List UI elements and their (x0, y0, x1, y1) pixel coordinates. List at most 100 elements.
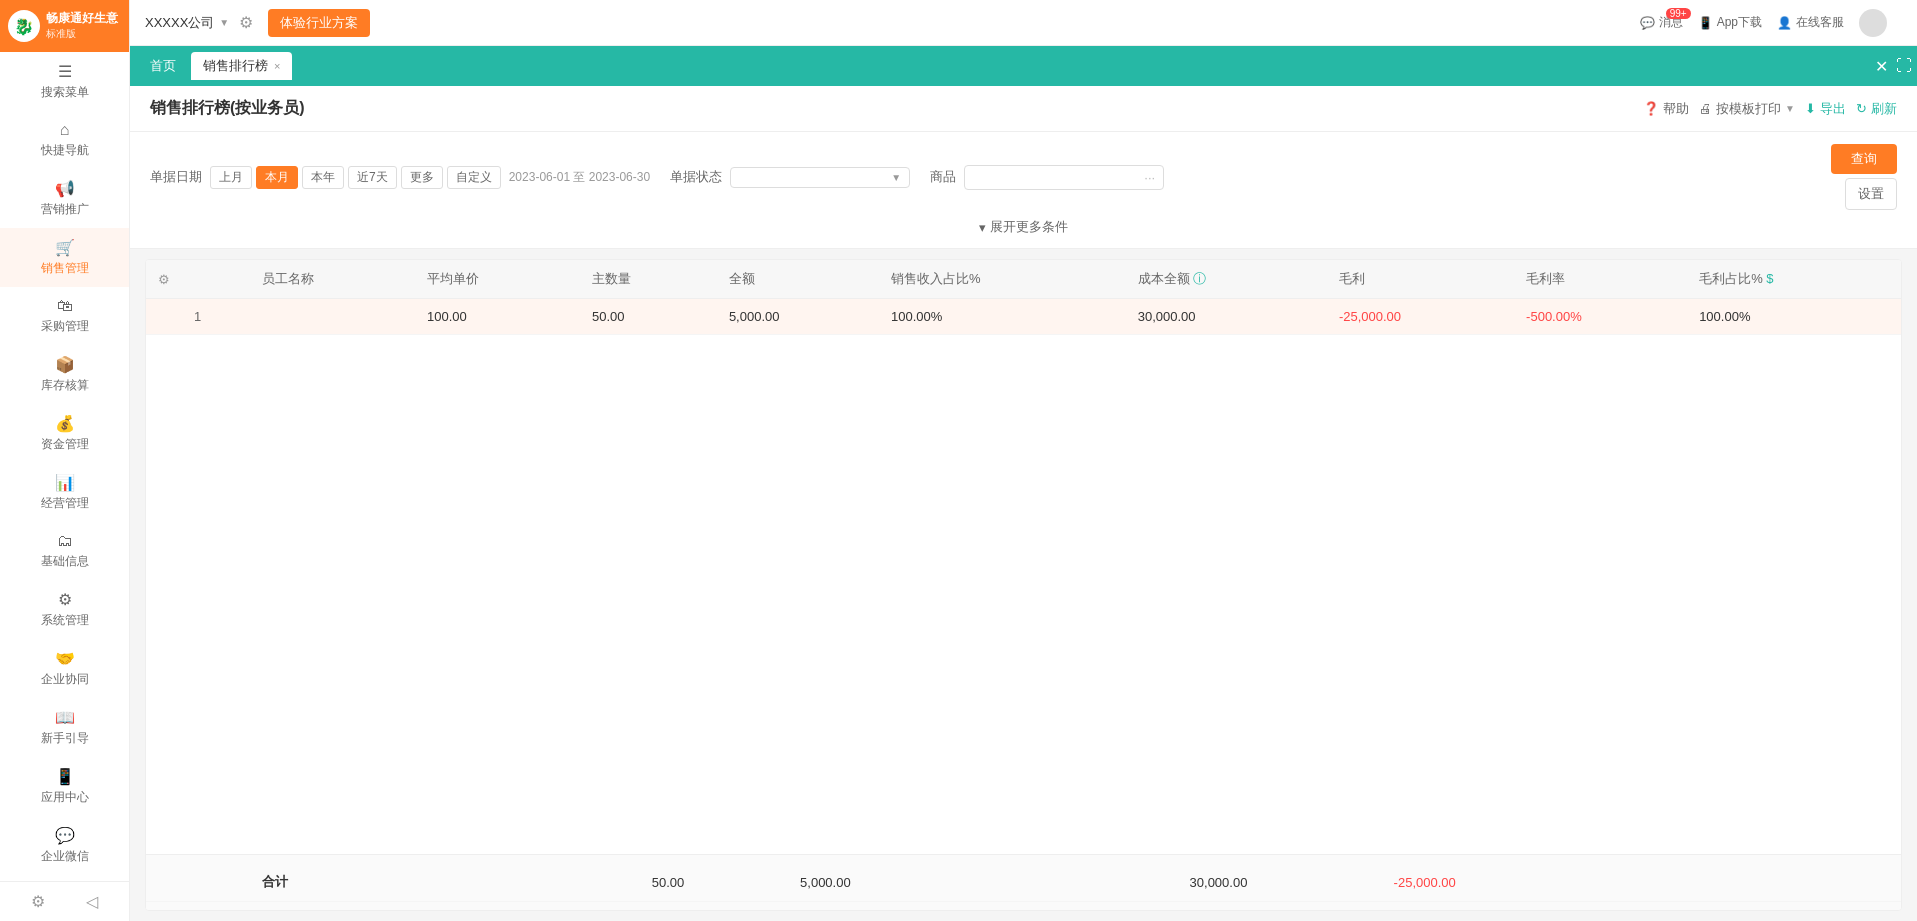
footer-collapse-btn[interactable]: ◁ (86, 892, 98, 911)
refresh-icon: ↻ (1856, 101, 1867, 116)
th-settings[interactable]: ⚙ (146, 260, 182, 299)
sidebar-item-guide[interactable]: 📖 新手引导 (0, 698, 129, 757)
sidebar-item-system[interactable]: ⚙ 系统管理 (0, 580, 129, 639)
date-7days-btn[interactable]: 近7天 (348, 166, 397, 189)
date-filter: 单据日期 上月 本月 本年 近7天 更多 自定义 2023-06-01 至 20… (150, 166, 650, 189)
collab-icon: 🤝 (55, 649, 75, 668)
inventory-icon: 📦 (55, 355, 75, 374)
company-selector[interactable]: XXXXX公司 ▼ (145, 14, 229, 32)
message-badge: 99+ (1666, 8, 1691, 19)
avatar[interactable] (1859, 9, 1887, 37)
app-logo: 🐉 畅康通好生意 标准版 (0, 0, 129, 52)
sidebar-item-sales[interactable]: 🛒 销售管理 (0, 228, 129, 287)
footer-td-avg (473, 863, 640, 902)
page-header: 销售排行榜(按业务员) ❓ 帮助 🖨 按模板打印 ▼ ⬇ 导出 ↻ 刷新 (130, 86, 1917, 132)
sidebar-label-purchase: 采购管理 (41, 318, 89, 335)
footer-td-cost: 30,000.00 (1178, 863, 1382, 902)
status-filter: 单据状态 ▼ (670, 167, 910, 188)
logo-text: 畅康通好生意 (46, 11, 118, 27)
th-cost: 成本全额 ⓘ (1126, 260, 1327, 299)
topbar-right: 💬 消息 99+ 📱 App下载 👤 在线客服 (1640, 9, 1902, 37)
sidebar-item-operations[interactable]: 📊 经营管理 (0, 463, 129, 522)
filter-area: 单据日期 上月 本月 本年 近7天 更多 自定义 2023-06-01 至 20… (130, 132, 1917, 249)
date-buttons: 上月 本月 本年 近7天 更多 自定义 (210, 166, 501, 189)
topbar-gear-icon[interactable]: ⚙ (239, 13, 253, 32)
footer-td-gross-rate (1567, 863, 1734, 902)
goods-input[interactable]: ··· (964, 165, 1164, 190)
table-empty-space (146, 335, 1901, 854)
tabbar-actions: ✕ ⛶ (1875, 57, 1912, 76)
app-icon: 📱 (1698, 16, 1713, 30)
expand-more-btn[interactable]: ▾ 展开更多条件 (150, 218, 1897, 236)
service-btn[interactable]: 👤 在线客服 (1777, 14, 1844, 31)
date-range-text: 2023-06-01 至 2023-06-30 (509, 169, 650, 186)
setting-button[interactable]: 设置 (1845, 178, 1897, 210)
sidebar-item-purchase[interactable]: 🛍 采购管理 (0, 287, 129, 345)
sidebar-item-inventory[interactable]: 📦 库存核算 (0, 345, 129, 404)
sidebar-item-finance[interactable]: 💰 资金管理 (0, 404, 129, 463)
sidebar-label-finance: 资金管理 (41, 436, 89, 453)
sidebar-item-appcenter[interactable]: 📱 应用中心 (0, 757, 129, 816)
th-sales-pct: 销售收入占比% (879, 260, 1126, 299)
trial-button[interactable]: 体验行业方案 (268, 9, 370, 37)
td-settings (146, 299, 182, 335)
query-button[interactable]: 查询 (1831, 144, 1897, 174)
print-button[interactable]: 🖨 按模板打印 ▼ (1699, 100, 1795, 118)
app-label: App下载 (1717, 14, 1762, 31)
purchase-icon: 🛍 (57, 297, 73, 315)
tab-home[interactable]: 首页 (135, 46, 191, 86)
sidebar: 🐉 畅康通好生意 标准版 ☰ 搜索菜单 ⌂ 快捷导航 📢 营销推广 🛒 销售管理… (0, 0, 130, 921)
footer-settings-btn[interactable]: ⚙ (31, 892, 45, 911)
tab-sales-ranking[interactable]: 销售排行榜 × (191, 52, 292, 80)
export-button[interactable]: ⬇ 导出 (1805, 100, 1846, 118)
operations-icon: 📊 (55, 473, 75, 492)
date-custom-btn[interactable]: 自定义 (447, 166, 501, 189)
status-select-arrow-icon: ▼ (891, 172, 901, 183)
td-rank: 1 (182, 299, 250, 335)
message-btn[interactable]: 💬 消息 99+ (1640, 14, 1683, 31)
logo-sub: 标准版 (46, 27, 118, 41)
th-gross-rate: 毛利率 (1514, 260, 1687, 299)
sidebar-item-basics[interactable]: 🗂 基础信息 (0, 522, 129, 580)
date-this-month-btn[interactable]: 本月 (256, 166, 298, 189)
service-icon: 👤 (1777, 16, 1792, 30)
date-more-btn[interactable]: 更多 (401, 166, 443, 189)
sidebar-label-wechat: 企业微信 (41, 848, 89, 865)
footer-label: 合计 (262, 874, 288, 889)
date-this-year-btn[interactable]: 本年 (302, 166, 344, 189)
status-select[interactable]: ▼ (730, 167, 910, 188)
table-wrapper: ⚙ 员工名称 平均单价 主数量 全额 销售收入占比% 成本全额 ⓘ 毛利 (145, 259, 1902, 911)
app-download-btn[interactable]: 📱 App下载 (1698, 14, 1762, 31)
sidebar-item-wechat[interactable]: 💬 企业微信 (0, 816, 129, 875)
td-name (250, 299, 415, 335)
maximize-icon[interactable]: ⛶ (1896, 57, 1912, 76)
date-last-month-btn[interactable]: 上月 (210, 166, 252, 189)
data-table: ⚙ 员工名称 平均单价 主数量 全额 销售收入占比% 成本全额 ⓘ 毛利 (146, 260, 1901, 335)
filter-btns: 查询 设置 (1831, 144, 1897, 210)
close-window-icon[interactable]: ✕ (1875, 57, 1888, 76)
help-label: 帮助 (1663, 100, 1689, 118)
refresh-button[interactable]: ↻ 刷新 (1856, 100, 1897, 118)
sidebar-item-quicknav[interactable]: ⌂ 快捷导航 (0, 111, 129, 169)
logo-icon: 🐉 (8, 10, 40, 42)
sidebar-item-marketing[interactable]: 📢 营销推广 (0, 169, 129, 228)
export-icon: ⬇ (1805, 101, 1816, 116)
sidebar-label-collab: 企业协同 (41, 671, 89, 688)
table-row: 1 100.00 50.00 5,000.00 100.00% 30,000.0… (146, 299, 1901, 335)
print-arrow-icon: ▼ (1785, 103, 1795, 114)
th-avg-price: 平均单价 (415, 260, 580, 299)
footer-td-amount: 5,000.00 (788, 863, 973, 902)
sidebar-label-marketing: 营销推广 (41, 201, 89, 218)
sidebar-item-search[interactable]: ☰ 搜索菜单 (0, 52, 129, 111)
sidebar-item-collab[interactable]: 🤝 企业协同 (0, 639, 129, 698)
expand-label: 展开更多条件 (990, 218, 1068, 236)
company-arrow-icon: ▼ (219, 17, 229, 28)
marketing-icon: 📢 (55, 179, 75, 198)
tab-close-icon[interactable]: × (274, 60, 280, 72)
goods-label: 商品 (930, 168, 956, 186)
column-settings-icon[interactable]: ⚙ (158, 272, 170, 287)
home-icon: ⌂ (60, 121, 70, 139)
export-label: 导出 (1820, 100, 1846, 118)
td-gross-pct: 100.00% (1687, 299, 1901, 335)
help-button[interactable]: ❓ 帮助 (1643, 100, 1689, 118)
